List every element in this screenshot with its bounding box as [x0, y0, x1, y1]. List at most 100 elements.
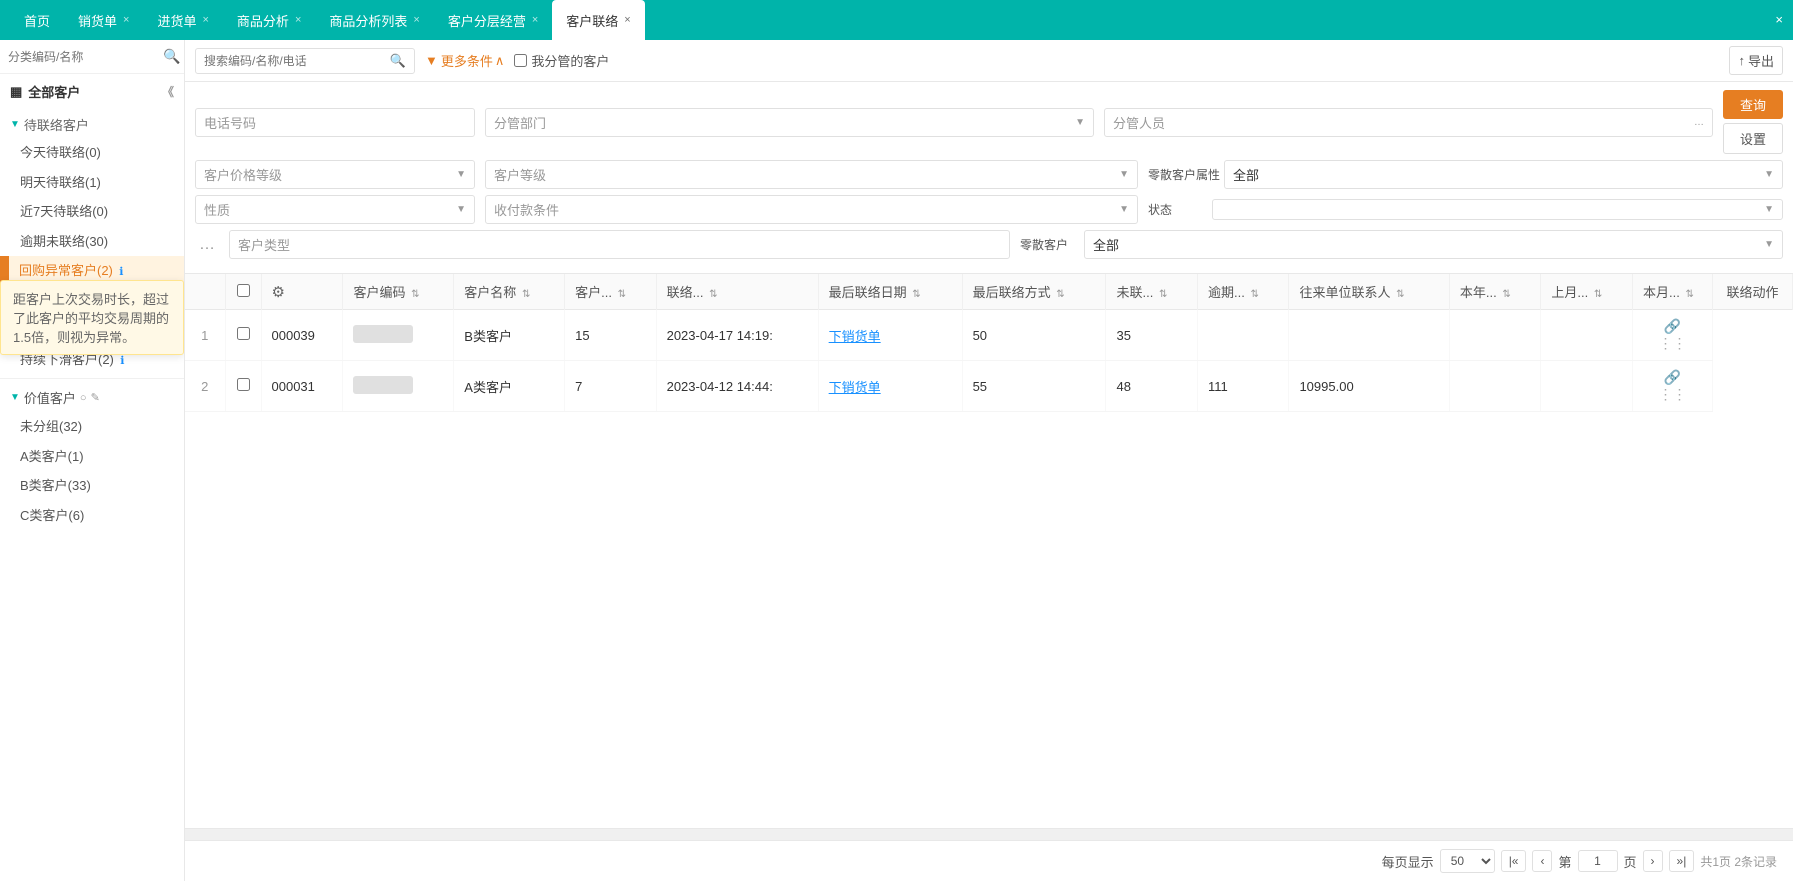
prev-page-button[interactable]: ‹	[1532, 850, 1552, 872]
setting-button[interactable]: 设置	[1723, 123, 1783, 154]
col-overdue-header[interactable]: 逾期... ⇅	[1197, 274, 1288, 310]
customer-type-filter[interactable]: 客户类型	[229, 230, 1010, 259]
main-search-input[interactable]	[204, 54, 386, 68]
my-customers-check[interactable]	[514, 54, 527, 67]
pencil-icon[interactable]: ✎	[91, 391, 100, 404]
horizontal-scrollbar[interactable]	[185, 828, 1793, 840]
sort-icon-lastmonth: ⇅	[1594, 289, 1602, 300]
status-filter[interactable]: ▼	[1212, 199, 1783, 220]
row1-lastmonth	[1449, 310, 1540, 361]
row1-num: 1	[185, 310, 225, 361]
info-icon[interactable]: ℹ	[119, 266, 123, 278]
customer-grade-filter[interactable]: 客户等级 ▼	[485, 160, 1138, 189]
zero-retail-filter[interactable]: 全部 ▼	[1084, 230, 1783, 259]
nav-customer-layer[interactable]: 客户分层经营 ×	[434, 0, 552, 40]
zero-retail-attr-filter[interactable]: 全部 ▼	[1224, 160, 1783, 189]
close-customer-layer-icon[interactable]: ×	[532, 14, 538, 26]
sidebar-item-class-a[interactable]: A类客户(1)	[0, 442, 184, 472]
col-contacts-header[interactable]: 往来单位联系人 ⇅	[1289, 274, 1449, 310]
row1-check[interactable]	[225, 310, 261, 361]
info-icon3[interactable]: ℹ	[120, 355, 124, 367]
gender-filter[interactable]: 性质 ▼	[195, 195, 475, 224]
main-search-icon[interactable]: 🔍	[390, 53, 406, 69]
more-dots[interactable]: …	[199, 236, 215, 254]
close-product-analysis-icon[interactable]: ×	[295, 14, 301, 26]
filter-row-4: … 客户类型 零散客户 全部 ▼	[195, 230, 1783, 259]
price-grade-filter[interactable]: 客户价格等级 ▼	[195, 160, 475, 189]
staff-dropdown-icon: …	[1694, 117, 1704, 128]
col-lastmonth-header[interactable]: 上月... ⇅	[1541, 274, 1633, 310]
col-unread-header[interactable]: 未联... ⇅	[1106, 274, 1197, 310]
dept-filter[interactable]: 分管部门 ▼	[485, 108, 1094, 137]
sidebar-item-class-c[interactable]: C类客户(6)	[0, 501, 184, 531]
phone-filter[interactable]: 电话号码	[195, 108, 475, 137]
row2-check[interactable]	[225, 361, 261, 412]
sidebar-pending-group[interactable]: ▼ 待联络客户	[0, 109, 184, 138]
sidebar-item-ungrouped[interactable]: 未分组(32)	[0, 412, 184, 442]
advanced-filter: 电话号码 分管部门 ▼ 分管人员 … 查询 设置 客户价格等级	[185, 82, 1793, 274]
export-button[interactable]: ↑ 导出	[1729, 46, 1783, 75]
last-page-button[interactable]: »|	[1669, 850, 1695, 872]
col-lastmethod-header[interactable]: 最后联络方式 ⇅	[962, 274, 1106, 310]
col-thisyear-header[interactable]: 本年... ⇅	[1449, 274, 1540, 310]
close-purchase-icon[interactable]: ×	[202, 14, 208, 26]
sort-icon-lastdate: ⇅	[912, 289, 920, 300]
nav-product-analysis[interactable]: 商品分析 ×	[223, 0, 315, 40]
query-button[interactable]: 查询	[1723, 90, 1783, 119]
sidebar: 🔍 ▦ 全部客户 《 ▼ 待联络客户 今天待联络(0) 明天待联络(1) 近7天…	[0, 40, 185, 881]
next-page-button[interactable]: ›	[1643, 850, 1663, 872]
staff-filter[interactable]: 分管人员 …	[1104, 108, 1713, 137]
sidebar-item-tomorrow[interactable]: 明天待联络(1)	[0, 168, 184, 198]
first-page-button[interactable]: |«	[1501, 850, 1527, 872]
nav-purchase[interactable]: 进货单 ×	[143, 0, 222, 40]
more-filters-button[interactable]: ▼ 更多条件 ∧	[425, 51, 504, 70]
row1-link-icon[interactable]: 🔗	[1664, 318, 1681, 334]
col-contact-header[interactable]: 联络... ⇅	[656, 274, 818, 310]
close-sales-icon[interactable]: ×	[123, 14, 129, 26]
close-product-list-icon[interactable]: ×	[413, 14, 419, 26]
col-num	[185, 274, 225, 310]
nav-product-list[interactable]: 商品分析列表 ×	[315, 0, 433, 40]
row1-checkbox[interactable]	[237, 327, 250, 340]
sidebar-item-overdue[interactable]: 逾期未联络(30)	[0, 227, 184, 257]
row1-lastmethod: 下销货单	[818, 310, 962, 361]
row1-lastdate: 2023-04-17 14:19:	[656, 310, 818, 361]
close-customer-contact-icon[interactable]: ×	[624, 14, 630, 26]
main-layout: 🔍 ▦ 全部客户 《 ▼ 待联络客户 今天待联络(0) 明天待联络(1) 近7天…	[0, 40, 1793, 881]
col-name-header[interactable]: 客户名称 ⇅	[454, 274, 565, 310]
col-type-header[interactable]: 客户... ⇅	[565, 274, 656, 310]
row2-name	[343, 361, 454, 412]
col-code-header[interactable]: 客户编码 ⇅	[343, 274, 454, 310]
edit-icon[interactable]: ○	[80, 392, 87, 404]
payment-filter[interactable]: 收付款条件 ▼	[485, 195, 1138, 224]
sidebar-search-input[interactable]	[8, 50, 163, 64]
sidebar-search-icon[interactable]: 🔍	[163, 48, 180, 65]
col-thismonth-header[interactable]: 本月... ⇅	[1633, 274, 1713, 310]
sidebar-item-today[interactable]: 今天待联络(0)	[0, 138, 184, 168]
sort-icon-code: ⇅	[411, 289, 419, 300]
sidebar-all-customers[interactable]: ▦ 全部客户 《	[0, 74, 184, 109]
row1-menu-icon[interactable]: ⋮⋮	[1659, 335, 1687, 351]
col-lastdate-header[interactable]: 最后联络日期 ⇅	[818, 274, 962, 310]
nav-sales[interactable]: 销货单 ×	[64, 0, 143, 40]
sidebar-value-group-label[interactable]: ▼ 价值客户 ○ ✎	[0, 383, 184, 412]
nav-home[interactable]: 首页	[10, 0, 64, 40]
nav-customer-contact[interactable]: 客户联络 ×	[552, 0, 644, 40]
filter-bar-right: ↑ 导出	[1729, 46, 1783, 75]
select-all-checkbox[interactable]	[237, 284, 250, 297]
row1-actions: 🔗 ⋮⋮	[1633, 310, 1713, 361]
settings-gear-icon[interactable]: ⚙	[272, 284, 285, 301]
row2-unread: 55	[962, 361, 1106, 412]
sidebar-item-7days[interactable]: 近7天待联络(0)	[0, 197, 184, 227]
row1-thismonth	[1541, 310, 1633, 361]
row2-menu-icon[interactable]: ⋮⋮	[1659, 386, 1687, 402]
per-page-select[interactable]: 50 100	[1440, 849, 1495, 873]
sidebar-item-class-b[interactable]: B类客户(33)	[0, 471, 184, 501]
sidebar-collapse-icon[interactable]: 《	[162, 83, 174, 100]
page-input[interactable]	[1578, 850, 1618, 872]
close-all-button[interactable]: ×	[1775, 11, 1783, 29]
row2-checkbox[interactable]	[237, 378, 250, 391]
my-customers-checkbox[interactable]: 我分管的客户	[514, 51, 609, 70]
table-row: 1 000039 B类客户	[185, 310, 1793, 361]
row2-link-icon[interactable]: 🔗	[1664, 369, 1681, 385]
